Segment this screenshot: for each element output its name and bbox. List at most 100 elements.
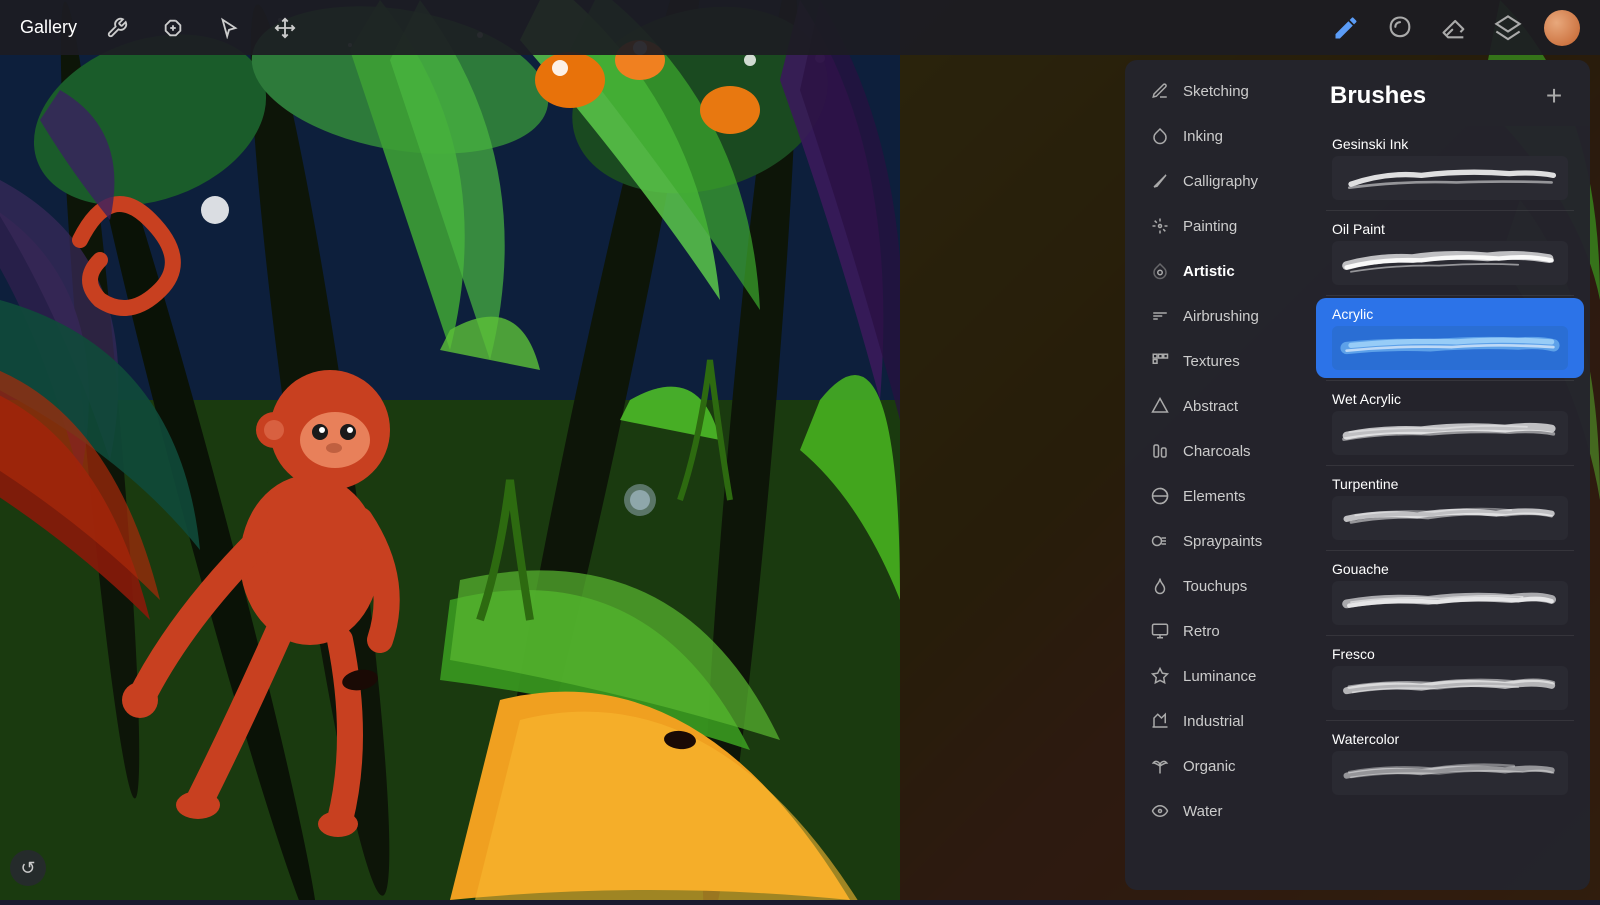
add-brush-button[interactable]: + (1538, 80, 1570, 112)
layers-tool-icon[interactable] (1490, 10, 1526, 46)
brush-stroke-watercolor (1332, 751, 1568, 795)
calligraphy-icon (1149, 170, 1171, 192)
brush-item-turpentine[interactable]: Turpentine (1316, 468, 1584, 548)
brush-category-textures[interactable]: Textures (1131, 339, 1304, 383)
retro-icon (1149, 620, 1171, 642)
wrench-icon[interactable] (101, 12, 133, 44)
undo-button[interactable]: ↺ (10, 850, 46, 886)
brush-item-name-watercolor: Watercolor (1332, 731, 1568, 747)
brush-item-name-wet-acrylic: Wet Acrylic (1332, 391, 1568, 407)
brush-category-label: Retro (1183, 623, 1220, 640)
water-icon (1149, 800, 1171, 822)
brush-stroke-gouache (1332, 581, 1568, 625)
brush-item-name-fresco: Fresco (1332, 646, 1568, 662)
brush-category-label: Sketching (1183, 83, 1249, 100)
brush-category-label: Touchups (1183, 578, 1247, 595)
brush-item-watercolor[interactable]: Watercolor (1316, 723, 1584, 803)
selection-icon[interactable] (213, 12, 245, 44)
sketching-icon (1149, 80, 1171, 102)
brush-list: Gesinski Ink Oil Paint Acrylic Wet Acryl… (1310, 128, 1590, 803)
eraser-tool-icon[interactable] (1436, 10, 1472, 46)
brush-divider (1326, 210, 1574, 211)
brush-panel-header: Brushes + (1310, 60, 1590, 126)
touchups-icon (1149, 575, 1171, 597)
magic-wand-icon[interactable] (157, 12, 189, 44)
brush-item-name-gesinski-ink: Gesinski Ink (1332, 136, 1568, 152)
brush-category-label: Abstract (1183, 398, 1238, 415)
luminance-icon (1149, 665, 1171, 687)
brush-category-label: Inking (1183, 128, 1223, 145)
brush-divider (1326, 550, 1574, 551)
brush-divider (1326, 635, 1574, 636)
brush-item-name-gouache: Gouache (1332, 561, 1568, 577)
abstract-icon (1149, 395, 1171, 417)
brush-category-touchups[interactable]: Touchups (1131, 564, 1304, 608)
brush-category-airbrushing[interactable]: Airbrushing (1131, 294, 1304, 338)
elements-icon (1149, 485, 1171, 507)
brush-stroke-oil-paint (1332, 241, 1568, 285)
brush-category-elements[interactable]: Elements (1131, 474, 1304, 518)
charcoals-icon (1149, 440, 1171, 462)
brush-category-label: Artistic (1183, 263, 1235, 280)
artistic-icon (1149, 260, 1171, 282)
brush-category-water[interactable]: Water (1131, 789, 1304, 833)
brush-category-charcoals[interactable]: Charcoals (1131, 429, 1304, 473)
brush-stroke-wet-acrylic (1332, 411, 1568, 455)
airbrushing-icon (1149, 305, 1171, 327)
brush-item-name-turpentine: Turpentine (1332, 476, 1568, 492)
brush-category-inking[interactable]: Inking (1131, 114, 1304, 158)
painting-icon (1149, 215, 1171, 237)
brush-category-sidebar: Sketching Inking Calligraphy Painting Ar… (1125, 60, 1310, 890)
brush-category-label: Airbrushing (1183, 308, 1259, 325)
brush-item-gouache[interactable]: Gouache (1316, 553, 1584, 633)
brush-stroke-turpentine (1332, 496, 1568, 540)
gallery-button[interactable]: Gallery (20, 17, 77, 38)
brush-item-wet-acrylic[interactable]: Wet Acrylic (1316, 383, 1584, 463)
brush-tool-icon[interactable] (1328, 10, 1364, 46)
brush-category-luminance[interactable]: Luminance (1131, 654, 1304, 698)
brush-item-oil-paint[interactable]: Oil Paint (1316, 213, 1584, 293)
organic-icon (1149, 755, 1171, 777)
brush-category-spraypaints[interactable]: Spraypaints (1131, 519, 1304, 563)
canvas-area: ↺ (0, 0, 900, 900)
brush-item-fresco[interactable]: Fresco (1316, 638, 1584, 718)
brush-category-label: Elements (1183, 488, 1246, 505)
brush-item-acrylic[interactable]: Acrylic (1316, 298, 1584, 378)
brush-item-gesinski-ink[interactable]: Gesinski Ink (1316, 128, 1584, 208)
brush-category-organic[interactable]: Organic (1131, 744, 1304, 788)
brush-item-name-acrylic: Acrylic (1332, 306, 1568, 322)
brush-stroke-acrylic (1332, 326, 1568, 370)
smudge-tool-icon[interactable] (1382, 10, 1418, 46)
brush-category-label: Organic (1183, 758, 1236, 775)
user-avatar[interactable] (1544, 10, 1580, 46)
brush-category-label: Calligraphy (1183, 173, 1258, 190)
inking-icon (1149, 125, 1171, 147)
transform-icon[interactable] (269, 12, 301, 44)
brush-category-label: Spraypaints (1183, 533, 1262, 550)
textures-icon (1149, 350, 1171, 372)
topbar-left: Gallery (20, 12, 301, 44)
brush-category-calligraphy[interactable]: Calligraphy (1131, 159, 1304, 203)
brush-category-painting[interactable]: Painting (1131, 204, 1304, 248)
brush-item-name-oil-paint: Oil Paint (1332, 221, 1568, 237)
brush-category-retro[interactable]: Retro (1131, 609, 1304, 653)
brush-category-sketching[interactable]: Sketching (1131, 69, 1304, 113)
brush-panel-title: Brushes (1330, 82, 1426, 110)
spraypaints-icon (1149, 530, 1171, 552)
brush-stroke-gesinski-ink (1332, 156, 1568, 200)
brush-category-label: Industrial (1183, 713, 1244, 730)
brush-divider (1326, 720, 1574, 721)
industrial-icon (1149, 710, 1171, 732)
brush-category-label: Painting (1183, 218, 1237, 235)
brush-category-label: Charcoals (1183, 443, 1251, 460)
brush-category-label: Luminance (1183, 668, 1256, 685)
brush-category-abstract[interactable]: Abstract (1131, 384, 1304, 428)
brush-category-label: Textures (1183, 353, 1240, 370)
brush-divider (1326, 380, 1574, 381)
brush-category-label: Water (1183, 803, 1222, 820)
topbar-right (1328, 10, 1580, 46)
brush-category-artistic[interactable]: Artistic (1131, 249, 1304, 293)
brush-category-industrial[interactable]: Industrial (1131, 699, 1304, 743)
topbar: Gallery (0, 0, 1600, 55)
brush-divider (1326, 295, 1574, 296)
